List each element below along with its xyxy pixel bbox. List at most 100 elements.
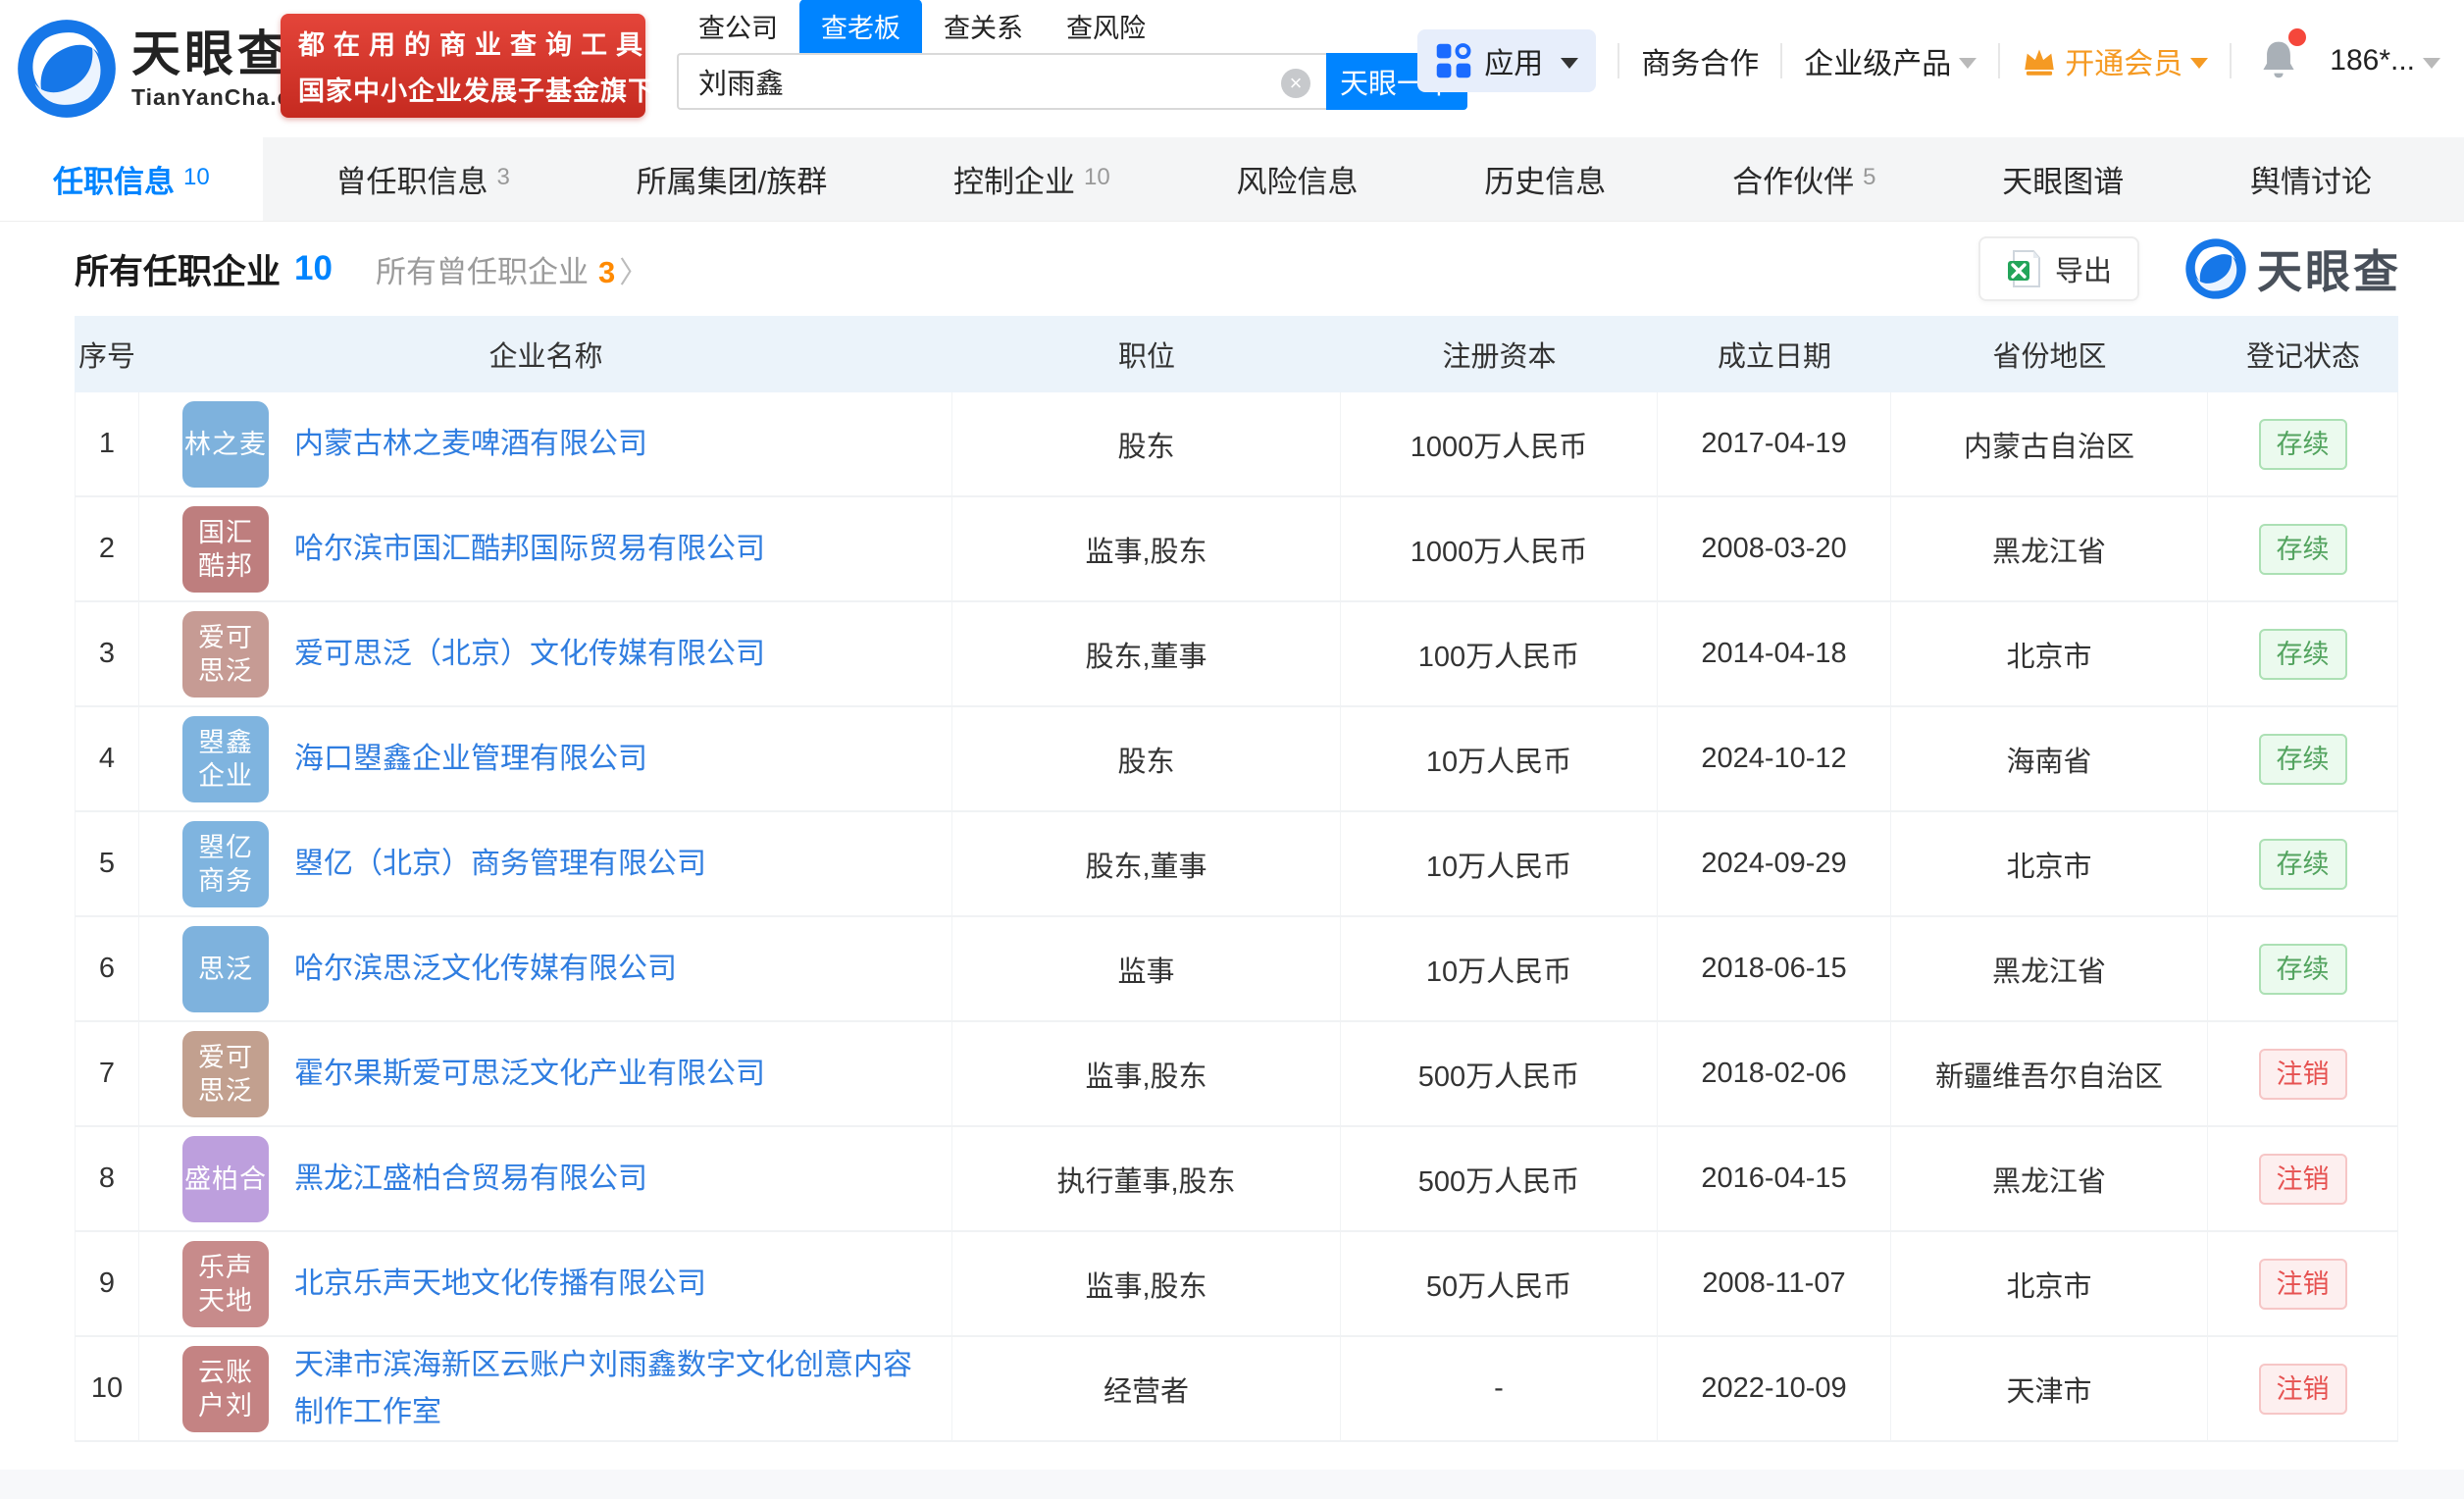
column-header-4: 注册资本 xyxy=(1442,341,1557,373)
date-cell: 2008-11-07 xyxy=(1658,1232,1891,1335)
page-tab-count: 3 xyxy=(496,163,510,190)
vip-caret-icon xyxy=(2190,57,2209,69)
table-header-row: 序号 企业名称 职位 注册资本 成立日期 省份地区 登记状态 xyxy=(75,316,2398,392)
status-cell: 存续 xyxy=(2208,497,2398,600)
capital-cell: 1000万人民币 xyxy=(1341,497,1658,600)
company-logo-tile: 爱可 思泛 xyxy=(182,610,269,698)
search-input-wrap: × xyxy=(677,53,1326,110)
company-name-link[interactable]: 爱可思泛（北京）文化传媒有限公司 xyxy=(294,631,765,678)
column-header-6: 省份地区 xyxy=(1992,341,2107,373)
status-cell: 存续 xyxy=(2208,392,2398,495)
export-button[interactable]: 导出 xyxy=(1977,236,2139,301)
company-logo-tile: 爱可 思泛 xyxy=(182,1030,269,1117)
company-name-link[interactable]: 内蒙古林之麦啤酒有限公司 xyxy=(294,421,647,468)
page-tab-count: 10 xyxy=(183,163,210,190)
list-title: 所有任职企业 xyxy=(75,252,282,291)
account-phone[interactable]: 186*... xyxy=(2330,44,2440,78)
row-number-cell: 4 xyxy=(75,707,139,810)
status-badge: 注销 xyxy=(2258,1048,2347,1100)
search-tab-1[interactable]: 查公司 xyxy=(677,0,799,53)
table-row: 4 曌鑫 企业 海口曌鑫企业管理有限公司 股东 10万人民币 2024-10-12 海南省 存续 xyxy=(75,707,2398,812)
column-header-3: 职位 xyxy=(1117,341,1175,373)
company-logo-text: 林之麦 xyxy=(184,429,267,459)
company-name-link[interactable]: 哈尔滨思泛文化传媒有限公司 xyxy=(294,946,677,993)
watermark-text: 天眼查 xyxy=(2257,246,2401,297)
list-toolbar: 所有任职企业 10 所有曾任职企业 3 〉 导出 天眼查 xyxy=(0,222,2464,316)
search-tabs: 查公司 查老板 查关系 查风险 xyxy=(677,0,1467,53)
former-positions-label: 所有曾任职企业 xyxy=(375,254,589,289)
nav-item-business[interactable]: 商务合作 xyxy=(1641,39,1759,82)
status-badge: 存续 xyxy=(2258,628,2347,680)
company-logo-text: 商务 xyxy=(198,865,253,896)
company-name-link[interactable]: 黑龙江盛柏合贸易有限公司 xyxy=(294,1156,647,1203)
company-logo-tile: 林之麦 xyxy=(182,400,269,488)
search-tab-2[interactable]: 查老板 xyxy=(799,0,922,53)
excel-file-icon xyxy=(2007,250,2040,287)
company-name-link[interactable]: 天津市滨海新区云账户刘雨鑫数字文化创意内容制作工作室 xyxy=(294,1342,922,1436)
company-name-link[interactable]: 霍尔果斯爱可思泛文化产业有限公司 xyxy=(294,1051,765,1098)
table-row: 10 云账 户刘 天津市滨海新区云账户刘雨鑫数字文化创意内容制作工作室 经营者 -2022… xyxy=(75,1337,2398,1442)
apps-menu[interactable]: 应用 xyxy=(1417,29,1597,92)
page-tab-4[interactable]: 控制企业 10 xyxy=(900,137,1163,221)
export-label: 导出 xyxy=(2054,256,2112,287)
nav-item-enterprise[interactable]: 企业级产品 xyxy=(1804,39,1977,82)
company-cell: 林之麦 内蒙古林之麦啤酒有限公司 xyxy=(139,392,952,495)
row-number-cell: 5 xyxy=(75,812,139,915)
province-cell: 海南省 xyxy=(1891,707,2208,810)
table-row: 9 乐声 天地 北京乐声天地文化传播有限公司 监事,股东 50万人民币 2008-11-07… xyxy=(75,1232,2398,1337)
company-name-link[interactable]: 北京乐声天地文化传播有限公司 xyxy=(294,1261,706,1308)
page-tab-1[interactable]: 任职信息 10 xyxy=(0,137,263,221)
position-cell: 股东,董事 xyxy=(952,602,1341,705)
search-row: × 天眼一下 xyxy=(677,53,1467,110)
tianyancha-swirl-icon xyxy=(2185,238,2246,299)
company-logo-text: 曌鑫 xyxy=(198,727,253,757)
page-tab-label: 控制企业 xyxy=(953,165,1076,199)
position-cell: 监事,股东 xyxy=(952,1232,1341,1335)
table-body: 1 林之麦 内蒙古林之麦啤酒有限公司 股东 1000万人民币 2017-04-19 内蒙古自… xyxy=(75,392,2398,1442)
search-input[interactable] xyxy=(698,65,1248,98)
position-cell: 经营者 xyxy=(952,1337,1341,1440)
province-cell: 北京市 xyxy=(1891,1232,2208,1335)
search-tab-4[interactable]: 查风险 xyxy=(1045,0,1167,53)
column-header-5: 成立日期 xyxy=(1717,341,1831,373)
vip-upgrade[interactable]: 开通会员 xyxy=(2022,39,2209,82)
row-number-cell: 8 xyxy=(75,1127,139,1230)
row-number-cell: 7 xyxy=(75,1022,139,1125)
status-cell: 注销 xyxy=(2208,1337,2398,1440)
company-name-link[interactable]: 海口曌鑫企业管理有限公司 xyxy=(294,736,647,783)
company-logo-text: 天地 xyxy=(198,1285,253,1316)
clear-search-icon[interactable]: × xyxy=(1281,69,1310,98)
page-tab-8[interactable]: 天眼图谱 xyxy=(1949,137,2177,221)
company-logo-text: 爱可 xyxy=(198,622,253,652)
company-name-link[interactable]: 曌亿（北京）商务管理有限公司 xyxy=(294,841,706,888)
company-logo-text: 思泛 xyxy=(198,655,253,686)
notification-dot xyxy=(2288,27,2307,46)
date-cell: 2016-04-15 xyxy=(1658,1127,1891,1230)
search-tab-3[interactable]: 查关系 xyxy=(922,0,1045,53)
enterprise-caret-icon xyxy=(1959,57,1977,69)
page-tab-5[interactable]: 风险信息 xyxy=(1184,137,1412,221)
page-tab-9[interactable]: 舆情讨论 xyxy=(2197,137,2425,221)
position-cell: 股东,董事 xyxy=(952,812,1341,915)
date-cell: 2018-06-15 xyxy=(1658,917,1891,1020)
phone-number: 186*... xyxy=(2330,44,2415,77)
notifications-bell[interactable] xyxy=(2257,27,2307,86)
date-cell: 2017-04-19 xyxy=(1658,392,1891,495)
table-row: 6 思泛 哈尔滨思泛文化传媒有限公司 监事 10万人民币 2018-06-15 黑龙江省 存续 xyxy=(75,917,2398,1022)
page-tab-6[interactable]: 历史信息 xyxy=(1431,137,1659,221)
company-name-link[interactable]: 哈尔滨市国汇酷邦国际贸易有限公司 xyxy=(294,526,765,573)
table-row: 2 国汇 酷邦 哈尔滨市国汇酷邦国际贸易有限公司 监事,股东 1000万人民币 2008-0… xyxy=(75,497,2398,602)
page-tab-label: 合作伙伴 xyxy=(1732,165,1855,199)
company-logo-text: 乐声 xyxy=(198,1252,253,1282)
company-cell: 曌鑫 企业 海口曌鑫企业管理有限公司 xyxy=(139,707,952,810)
status-cell: 注销 xyxy=(2208,1232,2398,1335)
promo-banner: 都在用的商业查询工具 国家中小企业发展子基金旗下机构 xyxy=(281,14,709,118)
page-tab-3[interactable]: 所属集团/族群 xyxy=(584,137,881,221)
page-tab-label: 任职信息 xyxy=(53,165,175,199)
company-logo-text: 国汇 xyxy=(198,517,253,547)
page-tab-2[interactable]: 曾任职信息 3 xyxy=(282,137,562,221)
page-tab-7[interactable]: 合作伙伴 5 xyxy=(1679,137,1928,221)
company-logo-text: 曌亿 xyxy=(198,832,253,862)
former-positions-link[interactable]: 所有曾任职企业 3 〉 xyxy=(376,247,648,291)
list-title-count: 10 xyxy=(294,249,333,287)
